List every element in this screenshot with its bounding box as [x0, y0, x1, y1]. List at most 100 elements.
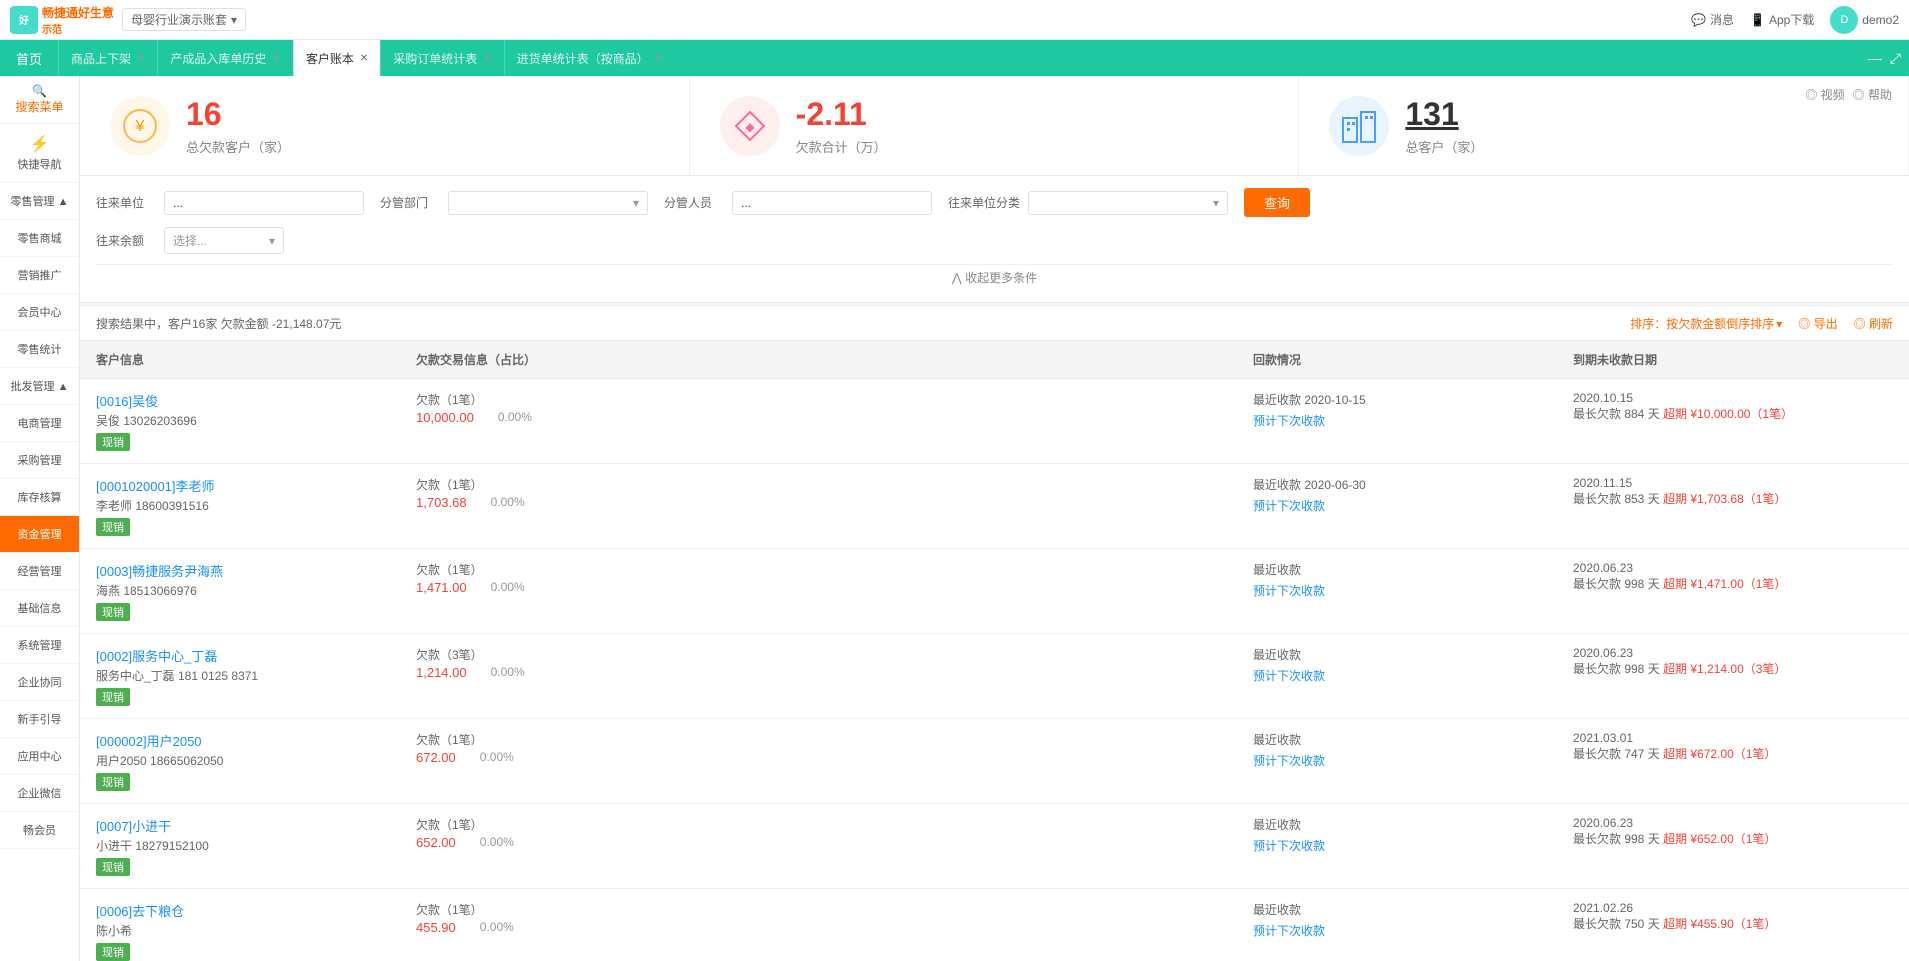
- sidebar-item-inventory[interactable]: 库存核算: [0, 479, 79, 516]
- due-date: 2020.06.23: [1573, 646, 1893, 660]
- sidebar-item-retail[interactable]: 零售管理 ▲: [0, 183, 79, 220]
- tab-maximize-icon[interactable]: ⤢: [1890, 50, 1901, 67]
- collect-next: 预计下次收款: [1253, 497, 1573, 514]
- app-download-button[interactable]: 📱 App下载: [1750, 11, 1814, 28]
- sidebar-item-business[interactable]: 经营管理: [0, 553, 79, 590]
- sidebar-item-enterprise[interactable]: 企业协同: [0, 664, 79, 701]
- owe-pct: 0.00%: [491, 495, 525, 509]
- customer-info: [000002]用户2050 用户2050 18665062050 现销: [96, 731, 416, 791]
- phone-icon: 📱: [1750, 13, 1765, 27]
- due-date: 2021.02.26: [1573, 901, 1893, 915]
- owe-amount[interactable]: 1,703.68: [416, 495, 467, 510]
- owe-amount[interactable]: 455.90: [416, 920, 456, 935]
- collect-next: 预计下次收款: [1253, 582, 1573, 599]
- customer-name[interactable]: [0002]服务中心_丁磊: [96, 646, 416, 665]
- help-action[interactable]: ◎ 帮助: [1853, 86, 1892, 103]
- owe-row: 672.00 0.00%: [416, 748, 1253, 765]
- overdue-link[interactable]: 超期 ¥455.90（1笔）: [1663, 917, 1776, 931]
- tab-instock-stats[interactable]: 进货单统计表（按商品） ✕: [504, 40, 675, 76]
- message-button[interactable]: 💬 消息: [1691, 11, 1734, 28]
- overdue-link[interactable]: 超期 ¥672.00（1笔）: [1663, 747, 1776, 761]
- customer-phone: 吴俊 13026203696: [96, 412, 416, 429]
- owe-amount[interactable]: 652.00: [416, 835, 456, 850]
- overdue-link[interactable]: 超期 ¥1,471.00（1笔）: [1663, 577, 1786, 591]
- sidebar-item-ecommerce[interactable]: 电商管理: [0, 405, 79, 442]
- filter-input-source-unit[interactable]: ...: [164, 191, 364, 215]
- sort-chevron-icon[interactable]: ▾: [1776, 317, 1782, 331]
- overdue-link[interactable]: 超期 ¥652.00（1笔）: [1663, 832, 1776, 846]
- tab-minimize-icon[interactable]: —: [1868, 50, 1882, 66]
- stats-row: ¥ 16 总欠款客户（家） ◆ -2.11 欠款合计（万）: [80, 76, 1909, 176]
- col-header-customer: 客户信息: [96, 351, 416, 368]
- collect-next: 预计下次收款: [1253, 922, 1573, 939]
- owe-amount[interactable]: 10,000.00: [416, 410, 474, 425]
- customer-name[interactable]: [0006]去下粮仓: [96, 901, 416, 920]
- sidebar-item-marketing[interactable]: 营销推广: [0, 257, 79, 294]
- due-info: 2020.10.15 最长欠款 884 天 超期 ¥10,000.00（1笔）: [1573, 391, 1893, 422]
- tab-product-updown[interactable]: 商品上下架 ✕: [58, 40, 157, 76]
- customer-name[interactable]: [0016]吴俊: [96, 391, 416, 410]
- overdue-link[interactable]: 超期 ¥1,214.00（3笔）: [1663, 662, 1786, 676]
- quick-nav-icon: ⚡: [4, 134, 75, 154]
- tab-purchase-order[interactable]: 采购订单统计表 ✕: [380, 40, 503, 76]
- tab-close-icon[interactable]: ✕: [272, 53, 280, 64]
- search-icon: 🔍: [8, 84, 71, 98]
- col-header-collect: 回款情况: [1253, 351, 1573, 368]
- sidebar-search[interactable]: 🔍 搜索菜单: [0, 76, 79, 124]
- sidebar-item-member[interactable]: 会员中心: [0, 294, 79, 331]
- user-menu[interactable]: D demo2: [1830, 6, 1899, 34]
- tab-product-instock[interactable]: 产成品入库单历史 ✕: [157, 40, 292, 76]
- stat-icon-building: [1329, 96, 1389, 156]
- video-action[interactable]: ◎ 视频: [1805, 86, 1844, 103]
- table-row: [0007]小进干 小进干 18279152100 现销 欠款（1笔） 652.…: [80, 804, 1909, 889]
- company-selector[interactable]: 母婴行业演示账套 ▾: [122, 8, 246, 31]
- filter-row-1: 往来单位 ... 分管部门 ▾ 分管人员 ...: [96, 188, 1893, 217]
- filter-select-balance[interactable]: 选择... ▾: [164, 227, 284, 254]
- owe-amount[interactable]: 1,471.00: [416, 580, 467, 595]
- sidebar-item-vip[interactable]: 畅会员: [0, 812, 79, 849]
- tab-close-icon[interactable]: ✕: [137, 53, 145, 64]
- tab-close-icon[interactable]: ✕: [655, 53, 663, 64]
- sidebar-item-basic[interactable]: 基础信息: [0, 590, 79, 627]
- owe-amount[interactable]: 1,214.00: [416, 665, 467, 680]
- filter-select-dept[interactable]: ▾: [448, 191, 648, 215]
- tab-close-icon[interactable]: ✕: [360, 53, 368, 64]
- collect-date: 最近收款: [1253, 731, 1573, 748]
- sidebar-item-wechat[interactable]: 企业微信: [0, 775, 79, 812]
- sidebar-item-quick-nav[interactable]: ⚡ 快捷导航: [0, 124, 79, 183]
- overdue-link[interactable]: 超期 ¥1,703.68（1笔）: [1663, 492, 1786, 506]
- tab-customer-account[interactable]: 客户账本 ✕: [293, 40, 380, 76]
- sidebar-item-purchase[interactable]: 采购管理: [0, 442, 79, 479]
- sidebar-item-retail-stats[interactable]: 零售统计: [0, 331, 79, 368]
- sidebar-item-retail-mall[interactable]: 零售商城: [0, 220, 79, 257]
- customer-tag: 现销: [96, 943, 130, 961]
- sidebar-item-app-center[interactable]: 应用中心: [0, 738, 79, 775]
- tab-close-icon[interactable]: ✕: [483, 53, 491, 64]
- collect-date: 最近收款: [1253, 901, 1573, 918]
- top-bar-right: 💬 消息 📱 App下载 D demo2: [1691, 6, 1899, 34]
- filter-label-person: 分管人员: [664, 194, 724, 211]
- filter-input-person[interactable]: ...: [732, 191, 932, 215]
- filter-label-source-unit: 往来单位: [96, 194, 156, 211]
- search-button[interactable]: 查询: [1244, 188, 1310, 217]
- customer-name[interactable]: [0001020001]李老师: [96, 476, 416, 495]
- owe-amount[interactable]: 672.00: [416, 750, 456, 765]
- tab-home[interactable]: 首页: [0, 40, 58, 76]
- sidebar-item-batch[interactable]: 批发管理 ▲: [0, 368, 79, 405]
- owe-count: 欠款（1笔）: [416, 816, 1253, 833]
- customer-name[interactable]: [0007]小进干: [96, 816, 416, 835]
- customer-name[interactable]: [000002]用户2050: [96, 731, 416, 750]
- sidebar-item-guide[interactable]: 新手引导: [0, 701, 79, 738]
- owe-count: 欠款（1笔）: [416, 476, 1253, 493]
- export-button[interactable]: ◎ 导出: [1798, 315, 1837, 332]
- sidebar-item-finance[interactable]: 资金管理: [0, 516, 79, 553]
- refresh-button[interactable]: ◎ 刷新: [1854, 315, 1893, 332]
- sidebar-item-system[interactable]: 系统管理: [0, 627, 79, 664]
- overdue-link[interactable]: 超期 ¥10,000.00（1笔）: [1663, 407, 1793, 421]
- collapse-button[interactable]: ⋀ 收起更多条件: [96, 264, 1893, 290]
- stat-label-total-customers: 总客户（家）: [1405, 137, 1878, 156]
- col-header-owe: 欠款交易信息（占比）: [416, 351, 1253, 368]
- customer-phone: 李老师 18600391516: [96, 497, 416, 514]
- filter-select-unit-class[interactable]: ▾: [1028, 191, 1228, 215]
- customer-name[interactable]: [0003]畅捷服务尹海燕: [96, 561, 416, 580]
